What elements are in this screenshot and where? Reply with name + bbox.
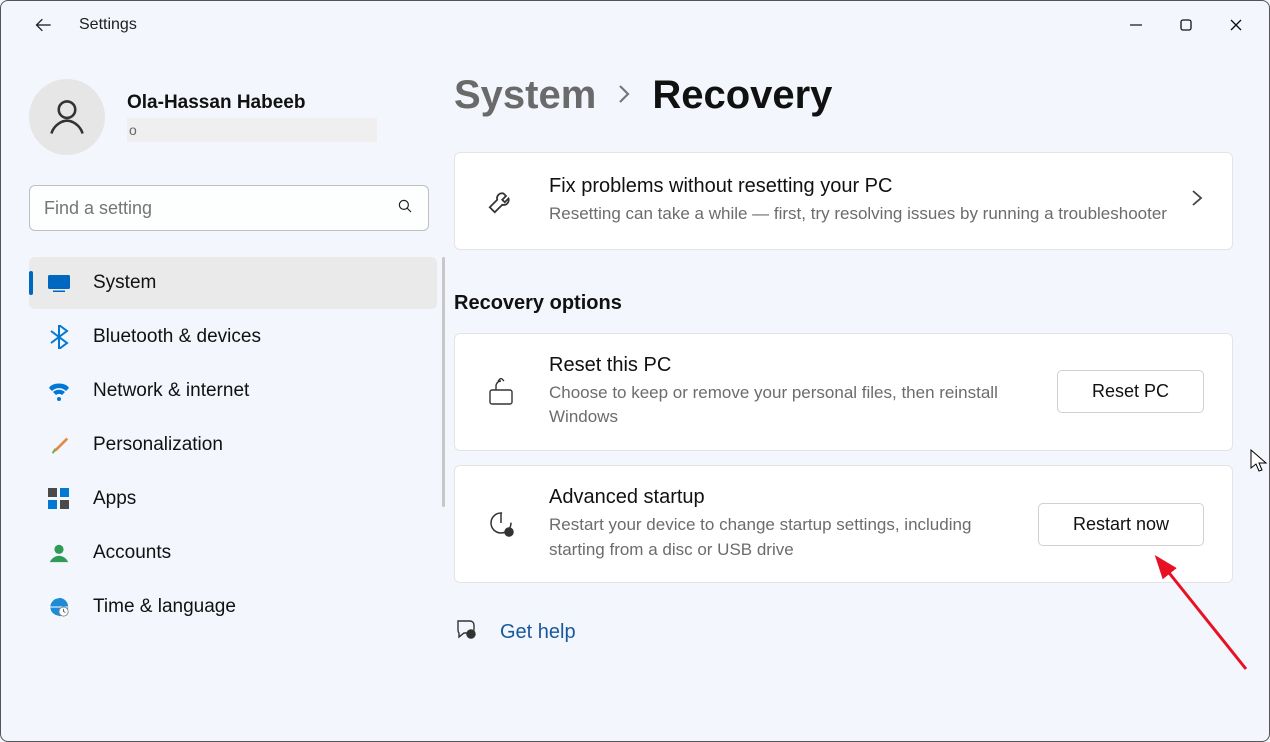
- sidebar-item-label: System: [93, 272, 156, 294]
- breadcrumb-parent[interactable]: System: [454, 73, 596, 118]
- power-gear-icon: [483, 506, 519, 542]
- restart-now-button[interactable]: Restart now: [1038, 503, 1204, 546]
- sidebar-item-time[interactable]: Time & language: [29, 581, 437, 633]
- apps-icon: [47, 487, 71, 511]
- app-title: Settings: [79, 16, 137, 34]
- maximize-button[interactable]: [1161, 6, 1211, 44]
- search-box[interactable]: [29, 185, 429, 231]
- wrench-icon: [483, 183, 519, 219]
- avatar: [29, 79, 105, 155]
- minimize-button[interactable]: [1111, 6, 1161, 44]
- troubleshoot-desc: Resetting can take a while — first, try …: [549, 202, 1170, 227]
- chevron-right-icon: [1190, 188, 1204, 213]
- breadcrumb-current: Recovery: [652, 73, 832, 118]
- chevron-right-icon: [616, 80, 632, 112]
- globe-clock-icon: [47, 595, 71, 619]
- troubleshoot-title: Fix problems without resetting your PC: [549, 175, 1170, 198]
- get-help-link[interactable]: Get help: [500, 621, 576, 644]
- account-name: Ola-Hassan Habeeb: [127, 92, 377, 114]
- reset-icon: [483, 374, 519, 410]
- close-button[interactable]: [1211, 6, 1261, 44]
- sidebar-item-label: Personalization: [93, 434, 223, 456]
- sidebar-item-system[interactable]: System: [29, 257, 437, 309]
- sidebar-item-label: Accounts: [93, 542, 171, 564]
- advanced-title: Advanced startup: [549, 486, 1018, 509]
- account-block[interactable]: Ola-Hassan Habeeb o: [29, 79, 436, 155]
- sidebar-item-personalization[interactable]: Personalization: [29, 419, 437, 471]
- back-button[interactable]: [29, 10, 59, 40]
- advanced-startup-row: Advanced startup Restart your device to …: [454, 465, 1233, 583]
- reset-desc: Choose to keep or remove your personal f…: [549, 381, 1037, 430]
- sidebar-item-label: Time & language: [93, 596, 236, 618]
- sidebar-item-label: Apps: [93, 488, 136, 510]
- advanced-desc: Restart your device to change startup se…: [549, 513, 1018, 562]
- search-input[interactable]: [44, 198, 396, 219]
- recovery-options-heading: Recovery options: [454, 292, 1233, 315]
- sidebar-item-accounts[interactable]: Accounts: [29, 527, 437, 579]
- wifi-icon: [47, 379, 71, 403]
- sidebar-item-label: Bluetooth & devices: [93, 326, 261, 348]
- sidebar-item-apps[interactable]: Apps: [29, 473, 437, 525]
- search-icon: [396, 197, 414, 220]
- sidebar-item-network[interactable]: Network & internet: [29, 365, 437, 417]
- account-email-redacted: o: [127, 118, 377, 142]
- reset-title: Reset this PC: [549, 354, 1037, 377]
- sidebar-item-bluetooth[interactable]: Bluetooth & devices: [29, 311, 437, 363]
- paintbrush-icon: [47, 433, 71, 457]
- help-icon: ?: [454, 617, 478, 647]
- reset-pc-row: Reset this PC Choose to keep or remove y…: [454, 333, 1233, 451]
- reset-pc-button[interactable]: Reset PC: [1057, 370, 1204, 413]
- sidebar-item-label: Network & internet: [93, 380, 249, 402]
- breadcrumb: System Recovery: [454, 73, 1233, 118]
- person-icon: [47, 541, 71, 565]
- troubleshoot-card[interactable]: Fix problems without resetting your PC R…: [454, 152, 1233, 250]
- bluetooth-icon: [47, 325, 71, 349]
- system-icon: [47, 271, 71, 295]
